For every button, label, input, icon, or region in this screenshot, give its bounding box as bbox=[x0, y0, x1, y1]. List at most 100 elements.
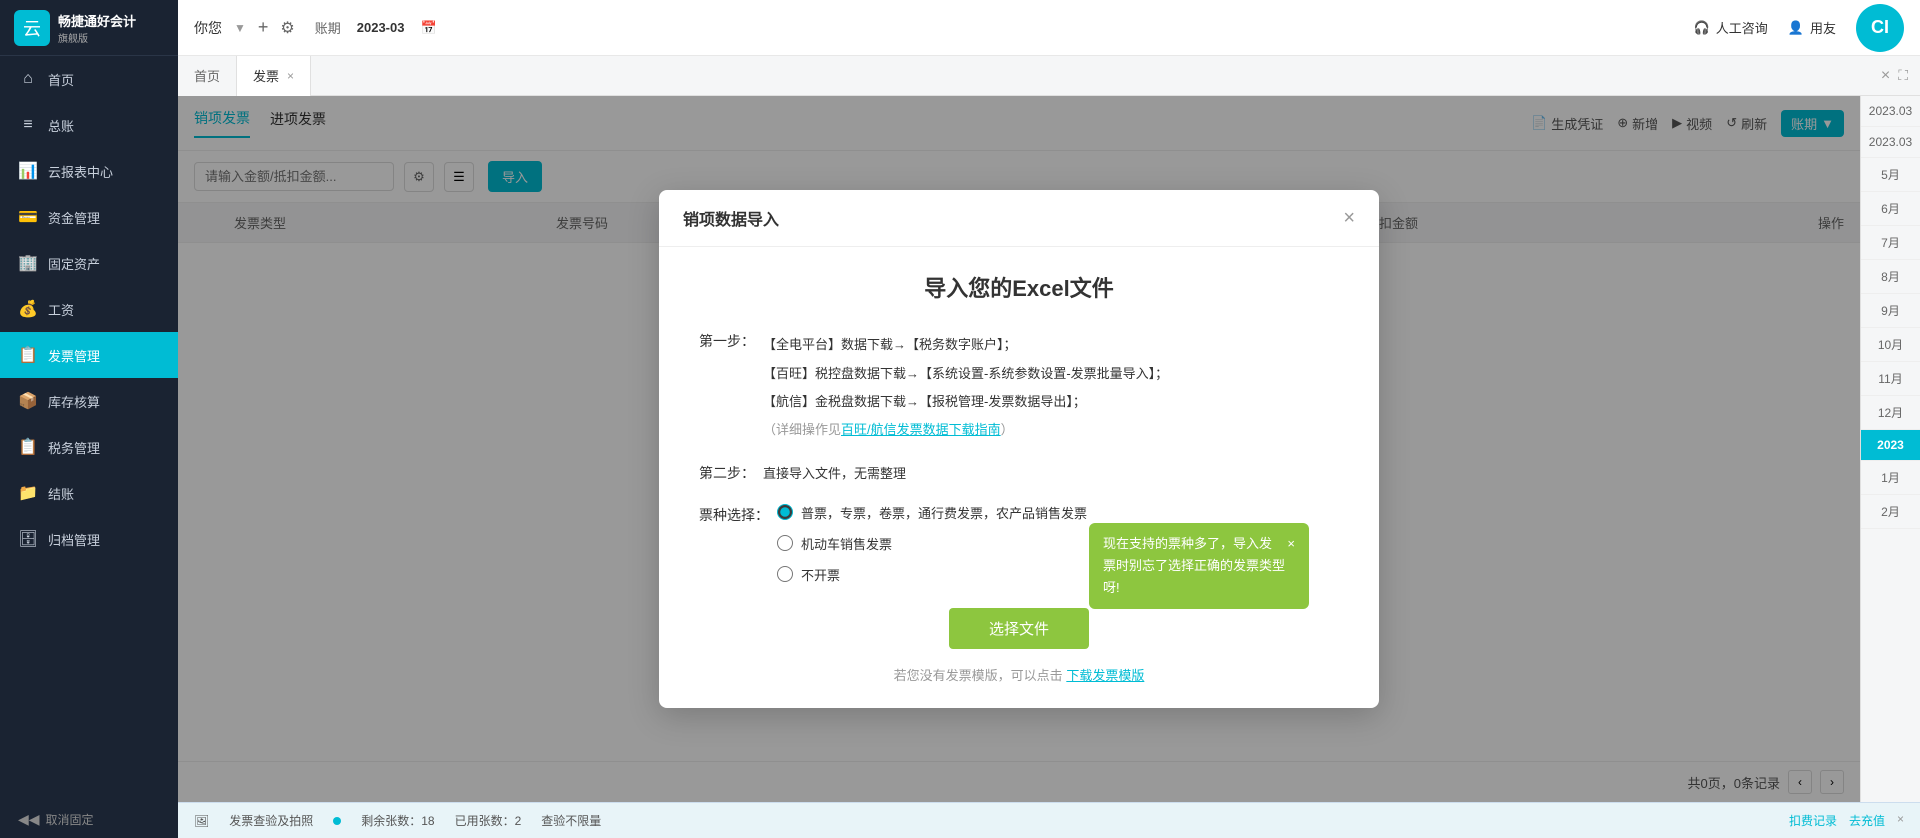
topbar-user: 你您 bbox=[194, 18, 222, 38]
step1-guide-link[interactable]: 百旺/航信发票数据下载指南 bbox=[841, 422, 1001, 437]
invoice-icon: 📋 bbox=[18, 345, 38, 365]
sidebar-item-label: 库存核算 bbox=[48, 392, 100, 411]
modal-header: 销项数据导入 × bbox=[659, 190, 1379, 247]
assets-icon: 🏢 bbox=[18, 253, 38, 273]
tab-close-button[interactable]: × bbox=[287, 69, 294, 83]
month-5[interactable]: 5月 bbox=[1861, 158, 1920, 192]
content-main: 销项发票 进项发票 📄 生成凭证 ⊕ 新增 ▶ bbox=[178, 96, 1860, 802]
ticket-option-normal[interactable]: 普票，专票，卷票，通行费发票，农产品销售发票 bbox=[777, 503, 1087, 522]
step2-section: 第二步： 直接导入文件，无需整理 bbox=[699, 463, 1339, 483]
step1-row: 第一步： 【全电平台】数据下载→【税务数字账户】； 【百旺】税控盘数据下载→【系… bbox=[699, 331, 1339, 443]
ledger-icon: ≡ bbox=[18, 115, 38, 135]
tooltip-text: 现在支持的票种多了，导入发票时别忘了选择正确的发票类型呀! bbox=[1103, 536, 1285, 595]
topbar-consult-button[interactable]: 🎧 人工咨询 bbox=[1694, 18, 1768, 37]
sidebar-item-label: 工资 bbox=[48, 300, 74, 319]
sidebar-item-report[interactable]: 📊 云报表中心 bbox=[0, 148, 178, 194]
check-icon: 🖼 bbox=[194, 814, 209, 828]
month-11[interactable]: 11月 bbox=[1861, 362, 1920, 396]
topbar-settings-icon[interactable]: ⚙ bbox=[280, 18, 294, 38]
sidebar-item-settle[interactable]: 📁 结账 bbox=[0, 470, 178, 516]
topbar-user-profile[interactable]: 👤 用友 bbox=[1788, 18, 1836, 37]
month-1[interactable]: 1月 bbox=[1861, 461, 1920, 495]
close-window-button[interactable]: × bbox=[1881, 67, 1890, 85]
radio-none[interactable] bbox=[777, 566, 793, 582]
headset-icon: 🎧 bbox=[1694, 20, 1710, 36]
month-7[interactable]: 7月 bbox=[1861, 226, 1920, 260]
radio-normal[interactable] bbox=[777, 504, 793, 520]
sidebar-item-label: 税务管理 bbox=[48, 438, 100, 457]
step1-label: 第一步： bbox=[699, 331, 755, 443]
ticket-option-none[interactable]: 不开票 bbox=[777, 565, 1087, 584]
check-label: 发票查验及拍照 bbox=[229, 812, 313, 829]
unlimited-label: 查验不限量 bbox=[541, 812, 601, 829]
bottom-close-button[interactable]: × bbox=[1897, 812, 1904, 829]
sidebar-item-inventory[interactable]: 📦 库存核算 bbox=[0, 378, 178, 424]
recharge-link[interactable]: 去充值 bbox=[1849, 812, 1885, 829]
logo-text: 畅捷通好会计 旗舰版 bbox=[58, 11, 136, 45]
logo-icon: 云 bbox=[14, 10, 50, 46]
step1-link-text: （详细操作见百旺/航信发票数据下载指南） bbox=[763, 417, 1168, 443]
modal-title: 销项数据导入 bbox=[683, 206, 779, 230]
month-12[interactable]: 12月 bbox=[1861, 396, 1920, 430]
modal-close-button[interactable]: × bbox=[1343, 207, 1355, 230]
ticket-radio-group: 普票，专票，卷票，通行费发票，农产品销售发票 机动车销售发票 bbox=[777, 503, 1087, 584]
finance-icon: 💳 bbox=[18, 207, 38, 227]
select-file-button[interactable]: 选择文件 bbox=[949, 608, 1089, 649]
sidebar-item-finance[interactable]: 💳 资金管理 bbox=[0, 194, 178, 240]
sidebar-item-assets[interactable]: 🏢 固定资产 bbox=[0, 240, 178, 286]
maximize-window-button[interactable]: ⛶ bbox=[1898, 67, 1908, 84]
month-2[interactable]: 2月 bbox=[1861, 495, 1920, 529]
topbar-arrow[interactable]: ▼ bbox=[234, 21, 246, 35]
archive-icon: 🗄 bbox=[18, 529, 38, 549]
topbar: 你您 ▼ + ⚙ 账期 2023-03 📅 🎧 人工咨询 👤 用友 CI bbox=[178, 0, 1920, 56]
fee-record-link[interactable]: 扣费记录 bbox=[1789, 812, 1837, 829]
bottom-actions: 扣费记录 去充值 × bbox=[1789, 812, 1904, 829]
month-10[interactable]: 10月 bbox=[1861, 328, 1920, 362]
sidebar-item-ledger[interactable]: ≡ 总账 bbox=[0, 102, 178, 148]
month-sidebar: 2023.03 2023.03 5月 6月 7月 8月 9月 10月 11月 1… bbox=[1860, 96, 1920, 802]
sidebar-cancel-pin[interactable]: ◀◀ 取消固定 bbox=[0, 801, 178, 838]
topbar-add-button[interactable]: + bbox=[258, 17, 269, 38]
month-2023[interactable]: 2023 bbox=[1861, 430, 1920, 461]
sidebar-item-archive[interactable]: 🗄 归档管理 bbox=[0, 516, 178, 562]
sidebar-item-label: 归档管理 bbox=[48, 530, 100, 549]
sidebar-logo: 云 畅捷通好会计 旗舰版 bbox=[0, 0, 178, 56]
tooltip-close-button[interactable]: × bbox=[1287, 533, 1295, 555]
sidebar-item-salary[interactable]: 💰 工资 bbox=[0, 286, 178, 332]
topbar-right: 🎧 人工咨询 👤 用友 CI bbox=[1694, 4, 1904, 52]
month-2023-03-b[interactable]: 2023.03 bbox=[1861, 127, 1920, 158]
remaining-count: 剩余张数：18 bbox=[361, 812, 434, 829]
import-modal: 销项数据导入 × 导入您的Excel文件 第一步： 【全电平台】数据下载→【税务… bbox=[659, 190, 1379, 708]
sidebar-item-home[interactable]: ⌂ 首页 bbox=[0, 56, 178, 102]
inventory-icon: 📦 bbox=[18, 391, 38, 411]
sidebar-item-label: 总账 bbox=[48, 116, 74, 135]
modal-body: 导入您的Excel文件 第一步： 【全电平台】数据下载→【税务数字账户】； 【百… bbox=[659, 247, 1379, 708]
tab-invoice[interactable]: 发票 × bbox=[237, 56, 311, 96]
topbar-period-value: 2023-03 bbox=[357, 20, 405, 35]
sidebar-item-tax[interactable]: 📋 税务管理 bbox=[0, 424, 178, 470]
month-2023-03-a[interactable]: 2023.03 bbox=[1861, 96, 1920, 127]
check-dot bbox=[333, 817, 341, 825]
month-8[interactable]: 8月 bbox=[1861, 260, 1920, 294]
content-area: 销项发票 进项发票 📄 生成凭证 ⊕ 新增 ▶ bbox=[178, 96, 1920, 802]
modal-footer: 若您没有发票模版，可以点击 下载发票模版 bbox=[699, 665, 1339, 684]
salary-icon: 💰 bbox=[18, 299, 38, 319]
step1-line2: 【百旺】税控盘数据下载→【系统设置-系统参数设置-发票批量导入】； bbox=[763, 360, 1168, 389]
sidebar-item-invoice[interactable]: 📋 发票管理 bbox=[0, 332, 178, 378]
ticket-option-motor[interactable]: 机动车销售发票 bbox=[777, 534, 1087, 553]
sidebar-item-label: 固定资产 bbox=[48, 254, 100, 273]
tab-home[interactable]: 首页 bbox=[178, 56, 237, 96]
bottom-bar: 🖼 发票查验及拍照 剩余张数：18 已用张数：2 查验不限量 扣费记录 去充值 … bbox=[178, 802, 1920, 838]
modal-overlay: 销项数据导入 × 导入您的Excel文件 第一步： 【全电平台】数据下载→【税务… bbox=[178, 96, 1860, 802]
step2-label: 第二步： bbox=[699, 463, 755, 483]
download-template-link[interactable]: 下载发票模版 bbox=[1066, 668, 1144, 683]
radio-motor[interactable] bbox=[777, 535, 793, 551]
month-6[interactable]: 6月 bbox=[1861, 192, 1920, 226]
topbar-calendar-icon[interactable]: 📅 bbox=[420, 20, 436, 36]
pin-icon: ◀◀ bbox=[18, 811, 40, 828]
ci-avatar[interactable]: CI bbox=[1856, 4, 1904, 52]
main-content: 你您 ▼ + ⚙ 账期 2023-03 📅 🎧 人工咨询 👤 用友 CI bbox=[178, 0, 1920, 838]
sidebar-item-label: 云报表中心 bbox=[48, 162, 113, 181]
month-9[interactable]: 9月 bbox=[1861, 294, 1920, 328]
home-icon: ⌂ bbox=[18, 69, 38, 89]
